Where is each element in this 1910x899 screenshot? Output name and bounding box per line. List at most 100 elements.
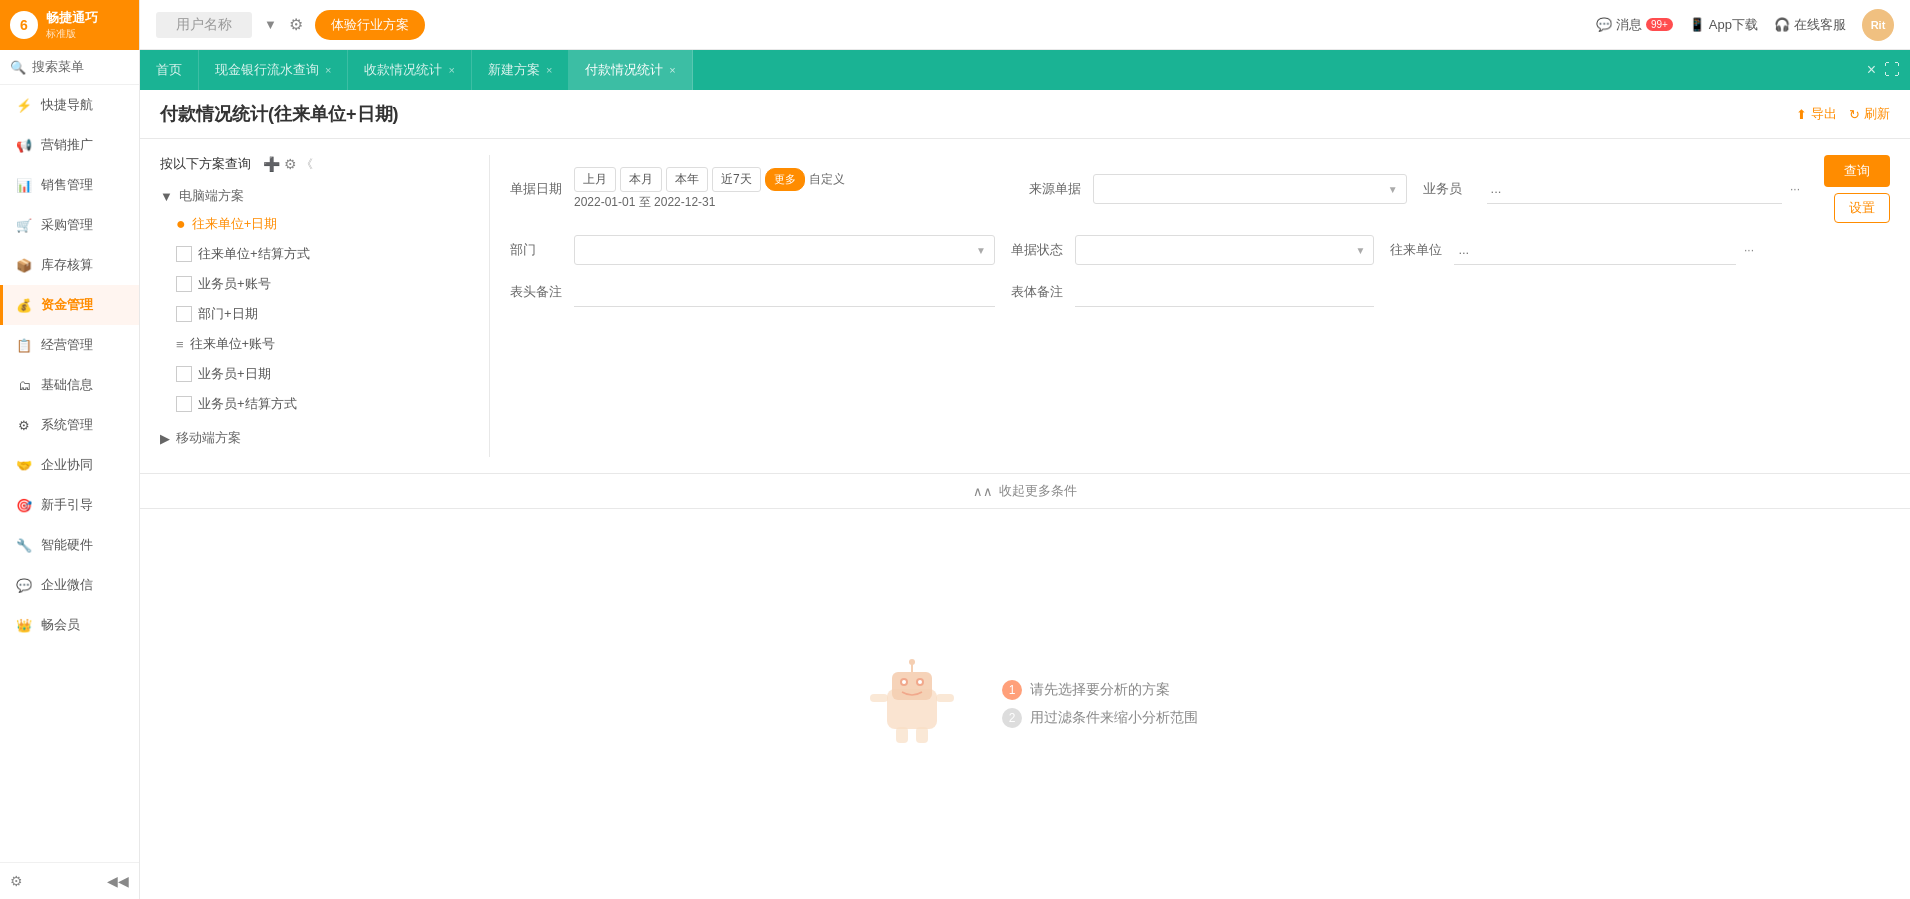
sidebar-item-label: 销售管理 (41, 176, 93, 194)
system-icon: ⚙ (15, 416, 33, 434)
scheme-item-4-label: 往来单位+账号 (190, 335, 276, 353)
scheme-item-5[interactable]: 业务员+日期 (160, 359, 477, 389)
date-btn-last-month[interactable]: 上月 (574, 167, 616, 192)
counterpart-actions: ··· (1744, 243, 1754, 257)
trial-button[interactable]: 体验行业方案 (315, 10, 425, 40)
mobile-scheme-header[interactable]: ▶ 移动端方案 (160, 425, 477, 451)
date-btn-this-month[interactable]: 本月 (620, 167, 662, 192)
header-note-input[interactable] (574, 277, 995, 307)
counterpart-field: 往来单位 ··· (1390, 235, 1754, 265)
date-btn-7days[interactable]: 近7天 (712, 167, 761, 192)
content-area: 付款情况统计(往来单位+日期) ⬆ 导出 ↻ 刷新 按以下方案查询 ➕ (140, 90, 1910, 899)
counterpart-more-icon[interactable]: ··· (1744, 243, 1754, 257)
scheme-item-4[interactable]: ≡ 往来单位+账号 (160, 329, 477, 359)
scheme-item-0-icon: ● (176, 215, 186, 233)
sidebar-item-marketing[interactable]: 📢 营销推广 (0, 125, 139, 165)
salesman-label: 业务员 (1423, 180, 1479, 198)
settings-button[interactable]: 设置 (1834, 193, 1890, 223)
collapse-up-icon: ∧∧ (973, 484, 993, 499)
sidebar-item-guide[interactable]: 🎯 新手引导 (0, 485, 139, 525)
tab-payment-stats[interactable]: 付款情况统计 × (569, 50, 692, 90)
header-note-field: 表头备注 (510, 277, 995, 307)
empty-illustration (852, 654, 972, 754)
salesman-more-icon[interactable]: ··· (1790, 182, 1800, 196)
scheme-panel: 按以下方案查询 ➕ ⚙ 《 ▼ 电脑端方案 ● 往来单位+日期 (160, 155, 490, 457)
wechat-icon: 💬 (15, 576, 33, 594)
purchase-icon: 🛒 (15, 216, 33, 234)
tip-text-2: 用过滤条件来缩小分析范围 (1030, 709, 1198, 727)
salesman-input[interactable] (1487, 174, 1782, 204)
operations-icon: 📋 (15, 336, 33, 354)
app-download-item[interactable]: 📱 App下载 (1689, 16, 1758, 34)
mobile-scheme-label: 移动端方案 (176, 429, 241, 447)
counterpart-input[interactable] (1454, 235, 1736, 265)
sidebar-item-system[interactable]: ⚙ 系统管理 (0, 405, 139, 445)
sidebar-item-purchase[interactable]: 🛒 采购管理 (0, 205, 139, 245)
sidebar-item-operations[interactable]: 📋 经营管理 (0, 325, 139, 365)
query-button[interactable]: 查询 (1824, 155, 1890, 187)
sidebar-item-wechat[interactable]: 💬 企业微信 (0, 565, 139, 605)
sidebar-item-sales[interactable]: 📊 销售管理 (0, 165, 139, 205)
date-btn-more[interactable]: 更多 (765, 168, 805, 191)
settings-scheme-icon[interactable]: ⚙ (284, 156, 297, 173)
svg-point-5 (918, 680, 922, 684)
date-btn-this-year[interactable]: 本年 (666, 167, 708, 192)
collapse-bar: ∧∧ 收起更多条件 (140, 474, 1910, 509)
online-service-item[interactable]: 🎧 在线客服 (1774, 16, 1846, 34)
quick-nav-icon: ⚡ (15, 96, 33, 114)
scheme-item-1[interactable]: 往来单位+结算方式 (160, 239, 477, 269)
messages-item[interactable]: 💬 消息 99+ (1596, 16, 1673, 34)
tab-home-label: 首页 (156, 61, 182, 79)
add-scheme-icon[interactable]: ➕ (263, 156, 280, 173)
doc-status-select[interactable]: ▼ (1075, 235, 1375, 265)
doc-status-field: 单据状态 ▼ (1011, 235, 1375, 265)
filter-row-1: 单据日期 上月 本月 本年 近7天 更多 自定义 2022-01-01 至 20… (510, 155, 1890, 223)
sidebar-item-inventory[interactable]: 📦 库存核算 (0, 245, 139, 285)
scheme-item-2[interactable]: 业务员+账号 (160, 269, 477, 299)
sidebar-item-hardware[interactable]: 🔧 智能硬件 (0, 525, 139, 565)
tab-payment-stats-close[interactable]: × (669, 64, 675, 76)
tab-bank-flow[interactable]: 现金银行流水查询 × (199, 50, 348, 90)
source-select[interactable]: ▼ (1093, 174, 1406, 204)
scheme-item-3[interactable]: 部门+日期 (160, 299, 477, 329)
tab-bank-flow-close[interactable]: × (325, 64, 331, 76)
empty-state: 1 请先选择要分析的方案 2 用过滤条件来缩小分析范围 (140, 509, 1910, 899)
scheme-item-5-label: 业务员+日期 (198, 365, 271, 383)
tab-new-scheme-close[interactable]: × (546, 64, 552, 76)
tab-maximize-icon[interactable]: ⛶ (1884, 61, 1900, 79)
tab-receivable-close[interactable]: × (448, 64, 454, 76)
tab-close-all-icon[interactable]: × (1867, 61, 1876, 79)
sidebar-item-basic-info[interactable]: 🗂 基础信息 (0, 365, 139, 405)
body-note-input[interactable] (1075, 277, 1375, 307)
collapse-bar-button[interactable]: ∧∧ 收起更多条件 (973, 482, 1077, 500)
brand-dropdown-icon[interactable]: ▼ (264, 17, 277, 32)
brand-name: 用户名称 (156, 12, 252, 38)
user-avatar[interactable]: Rit (1862, 9, 1894, 41)
tab-receivable[interactable]: 收款情况统计 × (348, 50, 471, 90)
inventory-icon: 📦 (15, 256, 33, 274)
collapse-scheme-icon[interactable]: 《 (301, 156, 313, 173)
tab-home[interactable]: 首页 (140, 50, 199, 90)
sidebar-item-quick-nav[interactable]: ⚡ 快捷导航 (0, 85, 139, 125)
sidebar-footer: ⚙ ◀◀ (0, 862, 139, 899)
sidebar-item-cooperation[interactable]: 🤝 企业协同 (0, 445, 139, 485)
scheme-item-6[interactable]: 业务员+结算方式 (160, 389, 477, 419)
footer-settings-icon[interactable]: ⚙ (10, 873, 23, 889)
scheme-item-0-label: 往来单位+日期 (192, 215, 278, 233)
refresh-button[interactable]: ↻ 刷新 (1849, 105, 1890, 123)
sidebar-item-membership[interactable]: 👑 畅会员 (0, 605, 139, 645)
scheme-item-0[interactable]: ● 往来单位+日期 (160, 209, 477, 239)
service-label: 在线客服 (1794, 16, 1846, 34)
filter-row-3: 表头备注 表体备注 (510, 277, 1890, 307)
search-menu[interactable]: 🔍 搜索菜单 (0, 50, 139, 85)
dept-select[interactable]: ▼ (574, 235, 995, 265)
export-button[interactable]: ⬆ 导出 (1796, 105, 1837, 123)
footer-collapse-icon[interactable]: ◀◀ (107, 873, 129, 889)
svg-point-7 (909, 659, 915, 665)
tab-new-scheme[interactable]: 新建方案 × (472, 50, 569, 90)
scheme-item-5-icon (176, 366, 192, 382)
desktop-scheme-header[interactable]: ▼ 电脑端方案 (160, 183, 477, 209)
filter-row-2: 部门 ▼ 单据状态 ▼ 往来单位 (510, 235, 1890, 265)
sidebar-item-capital[interactable]: 💰 资金管理 (0, 285, 139, 325)
settings-gear-icon[interactable]: ⚙ (289, 15, 303, 34)
